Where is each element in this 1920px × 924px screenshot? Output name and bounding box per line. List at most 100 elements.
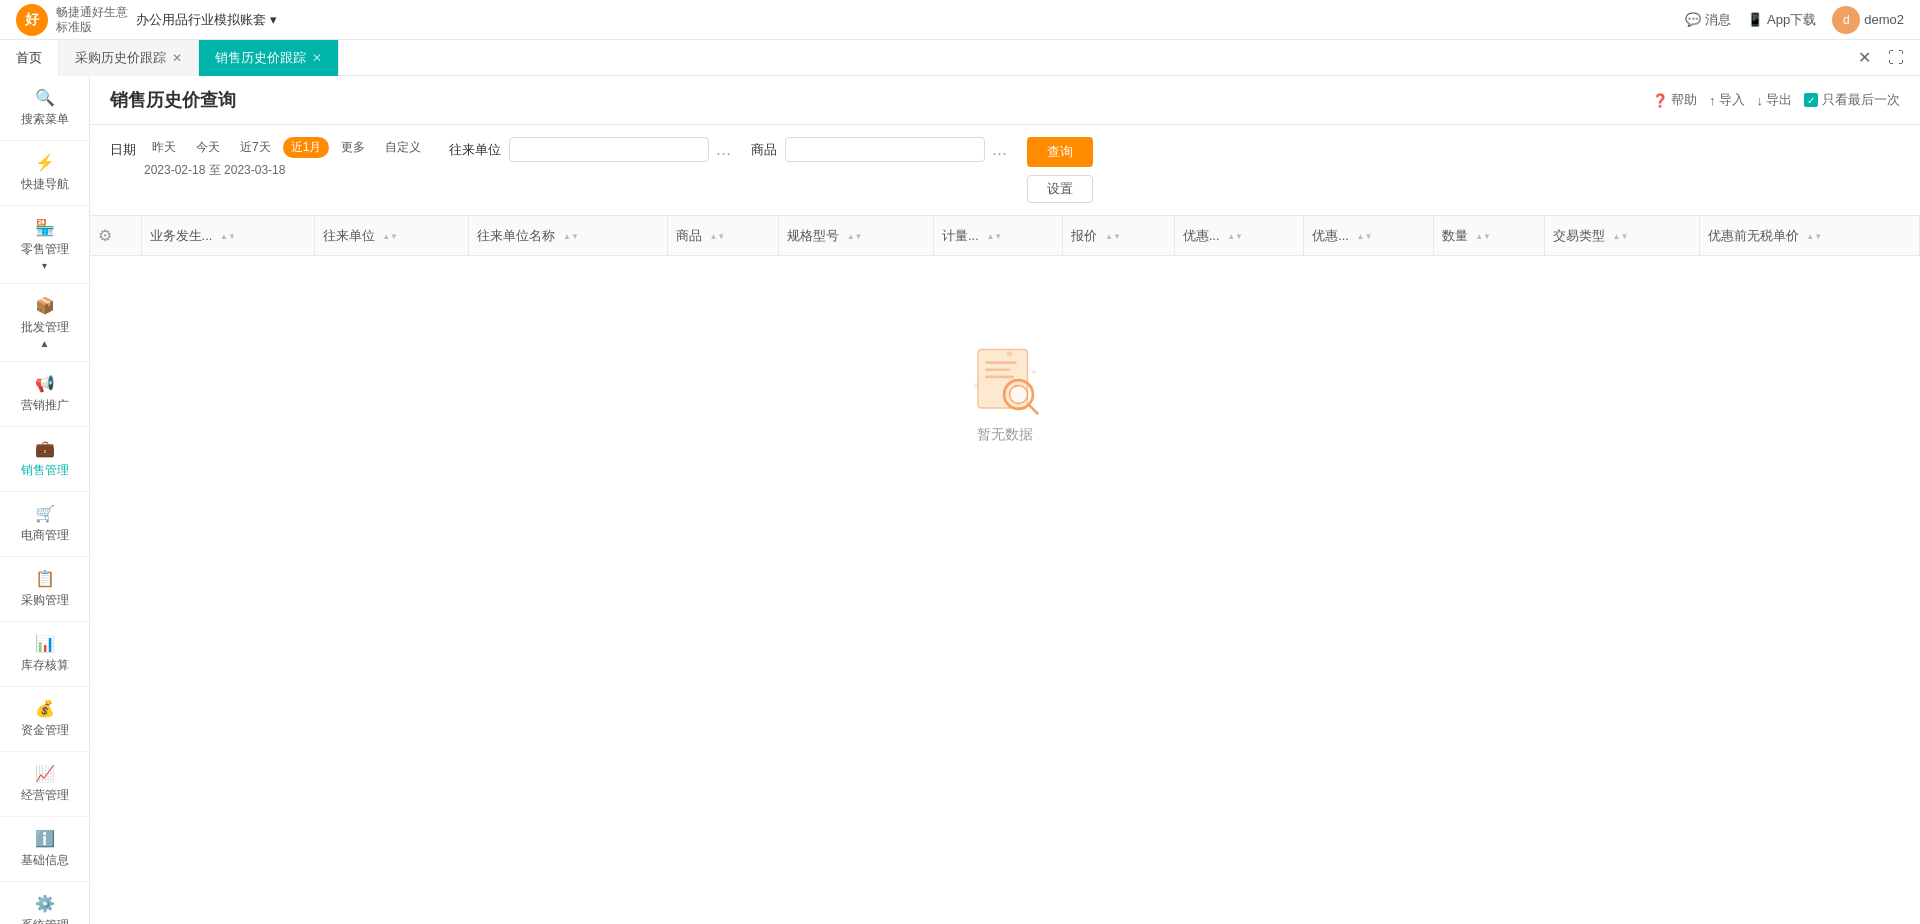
only-last-checkbox[interactable]: ✓ 只看最后一次 — [1804, 91, 1900, 109]
main-layout: 🔍 搜索菜单 ⚡ 快捷导航 🏪 零售管理 ▾ 📦 批发管理 ▲ 📢 营销推广 💼… — [0, 76, 1920, 924]
gear-icon[interactable]: ⚙ — [98, 227, 112, 244]
workspace-selector[interactable]: 办公用品行业模拟账套 ▾ — [136, 11, 277, 29]
content-area: 销售历史价查询 ❓ 帮助 ↑ 导入 ↓ 导出 ✓ 只看最后一次 — [90, 76, 1920, 924]
page-header: 销售历史价查询 ❓ 帮助 ↑ 导入 ↓ 导出 ✓ 只看最后一次 — [90, 76, 1920, 125]
avatar: d — [1832, 6, 1860, 34]
col-trade-type[interactable]: 交易类型 ▲▼ — [1544, 216, 1699, 256]
empty-text: 暂无数据 — [977, 426, 1033, 444]
data-table: ⚙ 业务发生... ▲▼ 往来单位 ▲▼ 往来单位名称 ▲▼ — [90, 216, 1920, 256]
tab-purchase-close-icon[interactable]: ✕ — [172, 51, 182, 65]
sort-icon-unit: ▲▼ — [986, 232, 1002, 241]
sidebar-item-sales-mgmt[interactable]: 💼 销售管理 — [0, 427, 89, 492]
col-product[interactable]: 商品 ▲▼ — [667, 216, 778, 256]
maximize-btn[interactable]: ⛶ — [1884, 46, 1908, 70]
product-ellipsis-icon[interactable]: … — [991, 141, 1007, 159]
query-button[interactable]: 查询 — [1027, 137, 1093, 167]
message-icon: 💬 — [1685, 12, 1701, 27]
col-unit[interactable]: 计量... ▲▼ — [933, 216, 1062, 256]
sidebar-item-quick-nav[interactable]: ⚡ 快捷导航 — [0, 141, 89, 206]
sort-icon-spec: ▲▼ — [847, 232, 863, 241]
tab-sales-label: 销售历史价跟踪 — [215, 49, 306, 67]
product-filter-label: 商品 — [751, 137, 777, 159]
partner-input-group: … — [509, 137, 731, 162]
sidebar-item-finance[interactable]: 💰 资金管理 — [0, 687, 89, 752]
date-options: 昨天 今天 近7天 近1月 更多 自定义 — [144, 137, 429, 158]
col-spec[interactable]: 规格型号 ▲▼ — [779, 216, 934, 256]
svg-point-8 — [1032, 370, 1036, 374]
import-icon: ↑ — [1709, 93, 1716, 108]
no-data-illustration — [960, 336, 1050, 426]
col-discount1[interactable]: 优惠... ▲▼ — [1174, 216, 1303, 256]
message-btn[interactable]: 💬 消息 — [1685, 11, 1731, 29]
page-actions: ❓ 帮助 ↑ 导入 ↓ 导出 ✓ 只看最后一次 — [1652, 91, 1900, 109]
svg-point-9 — [974, 383, 979, 388]
ecommerce-icon: 🛒 — [35, 504, 55, 523]
logo-text: 畅捷通好生意 标准版 — [56, 5, 128, 34]
purchase-icon: 📋 — [35, 569, 55, 588]
sidebar-item-basic-info[interactable]: ℹ️ 基础信息 — [0, 817, 89, 882]
sidebar-item-retail[interactable]: 🏪 零售管理 ▾ — [0, 206, 89, 284]
date-btn-custom[interactable]: 自定义 — [377, 137, 429, 158]
tab-sales-history[interactable]: 销售历史价跟踪 ✕ — [199, 40, 339, 76]
col-quote[interactable]: 报价 ▲▼ — [1063, 216, 1174, 256]
sidebar-item-wholesale[interactable]: 📦 批发管理 ▲ — [0, 284, 89, 362]
sidebar-item-purchase[interactable]: 📋 采购管理 — [0, 557, 89, 622]
wholesale-icon: 📦 — [35, 296, 55, 315]
date-btn-more[interactable]: 更多 — [333, 137, 373, 158]
import-btn[interactable]: ↑ 导入 — [1709, 91, 1745, 109]
export-btn[interactable]: ↓ 导出 — [1757, 91, 1793, 109]
sort-icon-discount2: ▲▼ — [1357, 232, 1373, 241]
product-filter-group: 商品 … — [751, 137, 1007, 162]
sidebar-item-system[interactable]: ⚙️ 系统管理 — [0, 882, 89, 924]
tab-home[interactable]: 首页 — [0, 40, 59, 76]
product-input[interactable] — [785, 137, 985, 162]
sidebar-item-marketing[interactable]: 📢 营销推广 — [0, 362, 89, 427]
topbar-right: 💬 消息 📱 App下载 d demo2 — [1685, 6, 1904, 34]
sidebar-item-search-menu[interactable]: 🔍 搜索菜单 — [0, 76, 89, 141]
col-quantity[interactable]: 数量 ▲▼ — [1433, 216, 1544, 256]
date-btn-7days[interactable]: 近7天 — [232, 137, 279, 158]
product-input-group: … — [785, 137, 1007, 162]
sort-icon-no-tax-price: ▲▼ — [1806, 232, 1822, 241]
export-icon: ↓ — [1757, 93, 1764, 108]
sidebar-item-operations[interactable]: 📈 经营管理 — [0, 752, 89, 817]
inventory-icon: 📊 — [35, 634, 55, 653]
help-btn[interactable]: ❓ 帮助 — [1652, 91, 1697, 109]
date-filter-group: 日期 昨天 今天 近7天 近1月 更多 自定义 2023-02-18 至 202… — [110, 137, 429, 179]
sidebar-item-inventory[interactable]: 📊 库存核算 — [0, 622, 89, 687]
date-btn-today[interactable]: 今天 — [188, 137, 228, 158]
svg-rect-2 — [985, 368, 1010, 371]
col-discount2[interactable]: 优惠... ▲▼ — [1304, 216, 1433, 256]
app-download-btn[interactable]: 📱 App下载 — [1747, 11, 1816, 29]
col-business-date[interactable]: 业务发生... ▲▼ — [141, 216, 314, 256]
table-area: ⚙ 业务发生... ▲▼ 往来单位 ▲▼ 往来单位名称 ▲▼ — [90, 216, 1920, 924]
svg-point-7 — [1007, 351, 1012, 356]
sidebar-item-ecommerce[interactable]: 🛒 电商管理 — [0, 492, 89, 557]
date-btn-1month[interactable]: 近1月 — [283, 137, 330, 158]
empty-state: 暂无数据 — [90, 256, 1920, 524]
sort-icon-discount1: ▲▼ — [1227, 232, 1243, 241]
chevron-icon-2: ▲ — [40, 338, 50, 349]
filter-bar: 日期 昨天 今天 近7天 近1月 更多 自定义 2023-02-18 至 202… — [90, 125, 1920, 216]
partner-filter-label: 往来单位 — [449, 137, 501, 159]
help-icon: ❓ — [1652, 93, 1668, 108]
col-partner-name[interactable]: 往来单位名称 ▲▼ — [469, 216, 667, 256]
partner-input[interactable] — [509, 137, 709, 162]
sort-icon-product: ▲▼ — [709, 232, 725, 241]
sort-icon-partner-name: ▲▼ — [563, 232, 579, 241]
tab-purchase-history[interactable]: 采购历史价跟踪 ✕ — [59, 40, 199, 76]
table-header-row: ⚙ 业务发生... ▲▼ 往来单位 ▲▼ 往来单位名称 ▲▼ — [90, 216, 1920, 256]
user-profile[interactable]: d demo2 — [1832, 6, 1904, 34]
phone-icon: 📱 — [1747, 12, 1763, 27]
tabbar-actions: ✕ ⛶ — [1852, 46, 1920, 70]
partner-filter-group: 往来单位 … — [449, 137, 731, 162]
system-icon: ⚙️ — [35, 894, 55, 913]
col-partner-code[interactable]: 往来单位 ▲▼ — [314, 216, 469, 256]
date-range-text: 2023-02-18 至 2023-03-18 — [144, 162, 429, 179]
tab-sales-close-icon[interactable]: ✕ — [312, 51, 322, 65]
partner-ellipsis-icon[interactable]: … — [715, 141, 731, 159]
settings-button[interactable]: 设置 — [1027, 175, 1093, 203]
date-btn-yesterday[interactable]: 昨天 — [144, 137, 184, 158]
col-no-tax-price[interactable]: 优惠前无税单价 ▲▼ — [1699, 216, 1919, 256]
close-window-btn[interactable]: ✕ — [1852, 46, 1876, 70]
